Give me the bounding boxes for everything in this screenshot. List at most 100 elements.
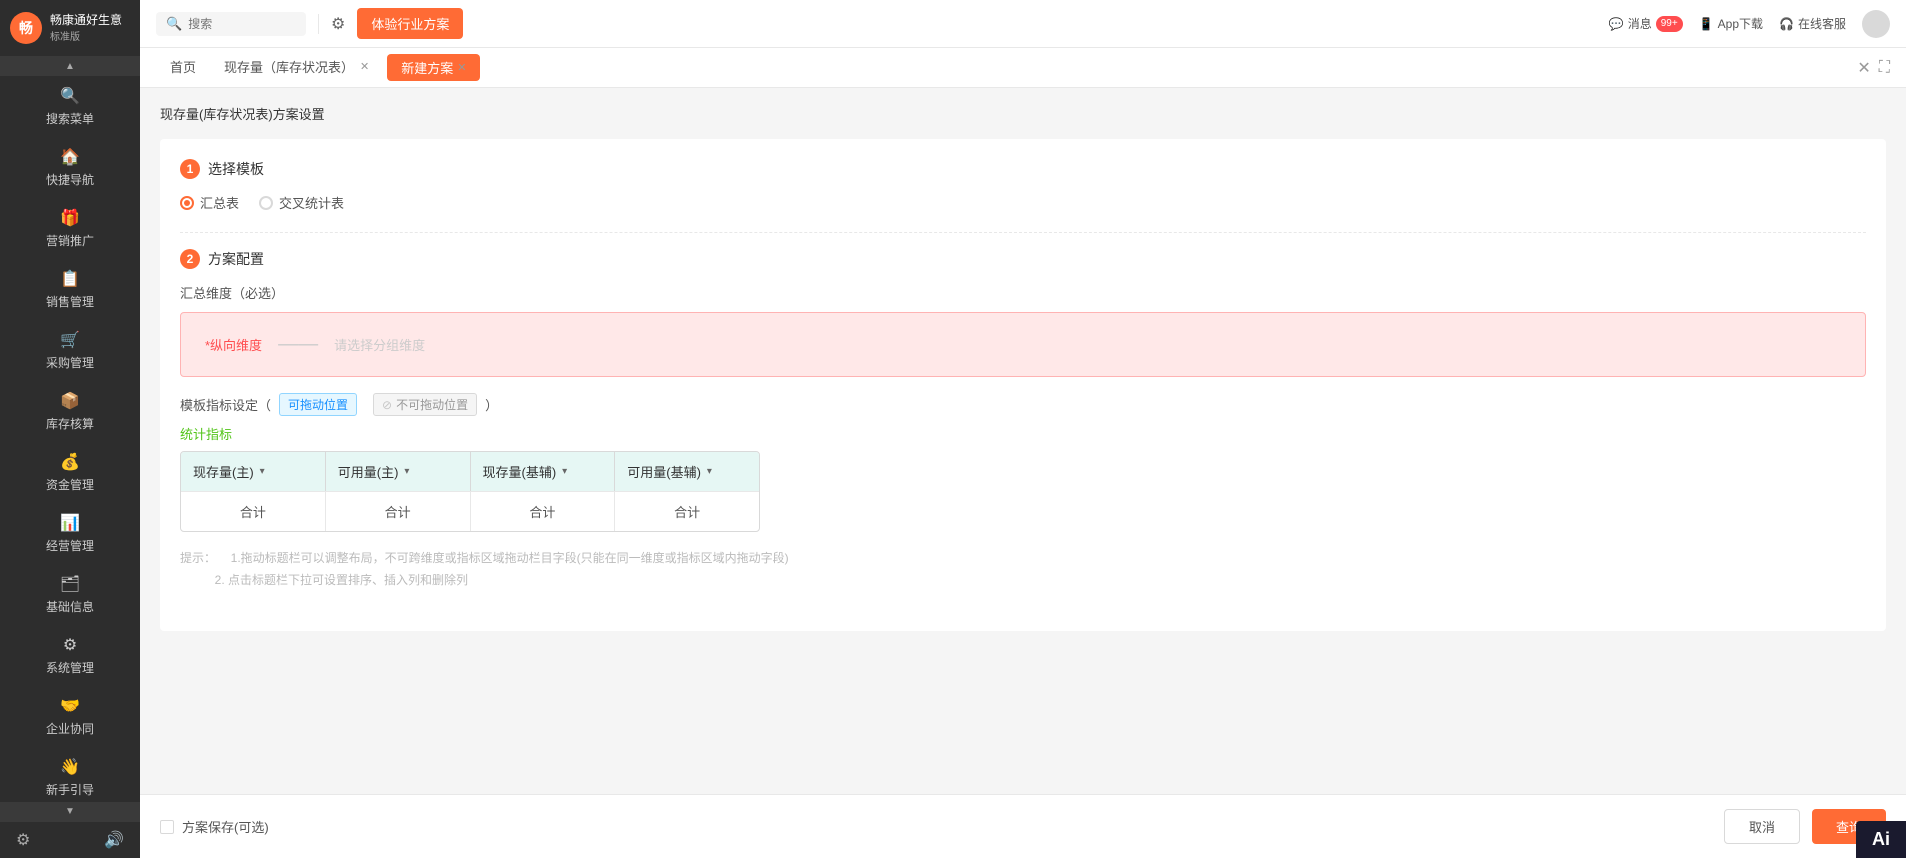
marketing-icon: 🎁 (60, 208, 80, 228)
radio-summary-label: 汇总表 (200, 193, 239, 212)
sidebar-item-base[interactable]: 🗂 基础信息 (0, 564, 140, 625)
settings-panel: 1 选择模板 汇总表 交叉统计表 2 (160, 139, 1886, 631)
main-area: 🔍 ⚙ 体验行业方案 💬 消息 99+ 📱 App下载 🎧 在线客服 (140, 0, 1906, 858)
sidebar-scroll-up[interactable]: ▲ (0, 57, 140, 76)
topbar-divider (318, 14, 319, 34)
tab-home-label: 首页 (170, 57, 196, 76)
sidebar-scroll-down[interactable]: ▼ (0, 802, 140, 821)
sidebar-item-label: 销售管理 (46, 293, 94, 310)
search-nav-icon: 🔍 (60, 86, 80, 106)
close-panel-icon[interactable]: ✕ (1857, 58, 1870, 78)
radio-cross[interactable]: 交叉统计表 (259, 193, 344, 212)
sidebar-item-sales[interactable]: 📋 销售管理 (0, 259, 140, 320)
app-download-item[interactable]: 📱 App下载 (1699, 15, 1763, 32)
sidebar-item-system[interactable]: ⚙ 系统管理 (0, 625, 140, 686)
indicator-label: 模板指标设定（ 可拖动位置 ⊘ 不可拖动位置 ） (180, 393, 1866, 416)
col2-chevron[interactable]: ▾ (404, 466, 409, 477)
expand-icon[interactable]: ⛶ (1879, 59, 1890, 77)
logo-text-block: 畅康通好生意 标准版 (50, 13, 122, 44)
col3-chevron[interactable]: ▾ (562, 466, 567, 477)
sidebar-item-label: 新手引导 (46, 781, 94, 798)
tab-new-label: 新建方案 (401, 58, 453, 77)
sidebar-item-label: 采购管理 (46, 354, 94, 371)
tip-row-1: 提示： 1.拖动标题栏可以调整布局，不可跨维度或指标区域拖动栏目字段(只能在同一… (180, 548, 1866, 570)
sidebar-item-inventory[interactable]: 📦 库存核算 (0, 381, 140, 442)
avatar[interactable] (1862, 10, 1890, 38)
footer: 方案保存(可选) 取消 查询 (140, 794, 1906, 858)
search-box[interactable]: 🔍 (156, 12, 306, 36)
customer-service-item[interactable]: 🎧 在线客服 (1779, 15, 1846, 32)
tip-1: 1.拖动标题栏可以调整布局，不可跨维度或指标区域拖动栏目字段(只能在同一维度或指… (231, 548, 789, 570)
message-label: 消息 (1628, 15, 1652, 32)
sidebar-item-label: 系统管理 (46, 659, 94, 676)
tip-2: 2. 点击标题栏下拉可设置排序、插入列和删除列 (215, 570, 468, 592)
stats-data-col3: 合计 (471, 492, 616, 531)
message-item[interactable]: 💬 消息 99+ (1609, 15, 1683, 32)
save-checkbox[interactable] (160, 820, 174, 834)
col1-chevron[interactable]: ▾ (260, 466, 265, 477)
tip-2-indent (180, 570, 207, 592)
radio-summary[interactable]: 汇总表 (180, 193, 239, 212)
indicator-settings: 模板指标设定（ 可拖动位置 ⊘ 不可拖动位置 ） 统计指标 (180, 393, 1866, 532)
template-radio-group: 汇总表 交叉统计表 (180, 193, 1866, 212)
tab-actions: ✕ ⛶ (1857, 58, 1890, 78)
sidebar-item-shortcuts[interactable]: 🏠 快捷导航 (0, 137, 140, 198)
guide-icon: 👋 (60, 757, 80, 777)
app-download-label: App下载 (1718, 15, 1763, 32)
sidebar-item-guide[interactable]: 👋 新手引导 (0, 747, 140, 802)
dimension-area[interactable]: *纵向维度 —— 请选择分组维度 (180, 312, 1866, 377)
agreement-icon: 🤝 (60, 696, 80, 716)
sidebar-item-agreement[interactable]: 🤝 企业协同 (0, 686, 140, 747)
sales-icon: 📋 (60, 269, 80, 289)
search-icon: 🔍 (166, 16, 182, 32)
section1-header: 1 选择模板 (180, 159, 1866, 179)
topbar-right: 💬 消息 99+ 📱 App下载 🎧 在线客服 (1609, 10, 1890, 38)
sidebar-item-label: 搜索菜单 (46, 110, 94, 127)
radio-cross-label: 交叉统计表 (279, 193, 344, 212)
search-input[interactable] (188, 17, 268, 31)
sidebar-item-label: 经营管理 (46, 537, 94, 554)
sidebar-item-marketing[interactable]: 🎁 营销推广 (0, 198, 140, 259)
sidebar-item-label: 企业协同 (46, 720, 94, 737)
sidebar-bottom: ⚙ 🔊 (0, 821, 140, 858)
tab-inventory-close[interactable]: ✕ (360, 60, 369, 73)
tip-row-2: 2. 点击标题栏下拉可设置排序、插入列和删除列 (180, 570, 1866, 592)
not-draggable-icon: ⊘ (382, 398, 392, 412)
settings-icon[interactable]: ⚙ (16, 830, 30, 850)
sidebar-item-purchase[interactable]: 🛒 采购管理 (0, 320, 140, 381)
tab-new-plan[interactable]: 新建方案 ✕ (387, 54, 480, 81)
trial-button[interactable]: 体验行业方案 (357, 8, 463, 39)
stats-header-row: 现存量(主) ▾ 可用量(主) ▾ 现存量(基辅) ▾ (181, 452, 759, 491)
gear-icon[interactable]: ⚙ (331, 14, 345, 34)
tabbar: 首页 现存量（库存状况表） ✕ 新建方案 ✕ ✕ ⛶ (140, 48, 1906, 88)
sidebar-logo: 畅 畅康通好生意 标准版 (0, 0, 140, 57)
purchase-icon: 🛒 (60, 330, 80, 350)
sidebar-nav: 🔍 搜索菜单 🏠 快捷导航 🎁 营销推广 📋 销售管理 🛒 采购管理 📦 库存核… (0, 76, 140, 802)
stats-data-col1: 合计 (181, 492, 326, 531)
stats-header-col1[interactable]: 现存量(主) ▾ (181, 452, 326, 491)
draggable-tag: 可拖动位置 (279, 393, 357, 416)
sidebar-item-operations[interactable]: 📊 经营管理 (0, 503, 140, 564)
sidebar-item-label: 快捷导航 (46, 171, 94, 188)
section-config: 2 方案配置 汇总维度（必选） *纵向维度 —— 请选择分组维度 模板指标设定（… (180, 249, 1866, 591)
col4-chevron[interactable]: ▾ (707, 466, 712, 477)
audio-icon[interactable]: 🔊 (104, 830, 124, 850)
app-name: 畅康通好生意 (50, 13, 122, 29)
stats-header-col3[interactable]: 现存量(基辅) ▾ (471, 452, 616, 491)
page-title: 现存量(库存状况表)方案设置 (160, 104, 1886, 123)
tab-new-close[interactable]: ✕ (457, 61, 466, 74)
cancel-button[interactable]: 取消 (1724, 809, 1800, 844)
dim-required-label: *纵向维度 (205, 335, 262, 354)
message-icon: 💬 (1609, 17, 1624, 31)
sidebar: 畅 畅康通好生意 标准版 ▲ 🔍 搜索菜单 🏠 快捷导航 🎁 营销推广 📋 销售… (0, 0, 140, 858)
stats-header-col2[interactable]: 可用量(主) ▾ (326, 452, 471, 491)
sidebar-item-label: 库存核算 (46, 415, 94, 432)
save-option[interactable]: 方案保存(可选) (160, 817, 269, 836)
tab-home[interactable]: 首页 (156, 48, 210, 88)
stats-header-col4[interactable]: 可用量(基辅) ▾ (615, 452, 759, 491)
dim-dash: —— (278, 333, 318, 356)
sidebar-item-search[interactable]: 🔍 搜索菜单 (0, 76, 140, 137)
sidebar-item-finance[interactable]: 💰 资金管理 (0, 442, 140, 503)
ai-badge: Ai (1856, 821, 1906, 858)
tab-inventory-status[interactable]: 现存量（库存状况表） ✕ (210, 48, 383, 88)
